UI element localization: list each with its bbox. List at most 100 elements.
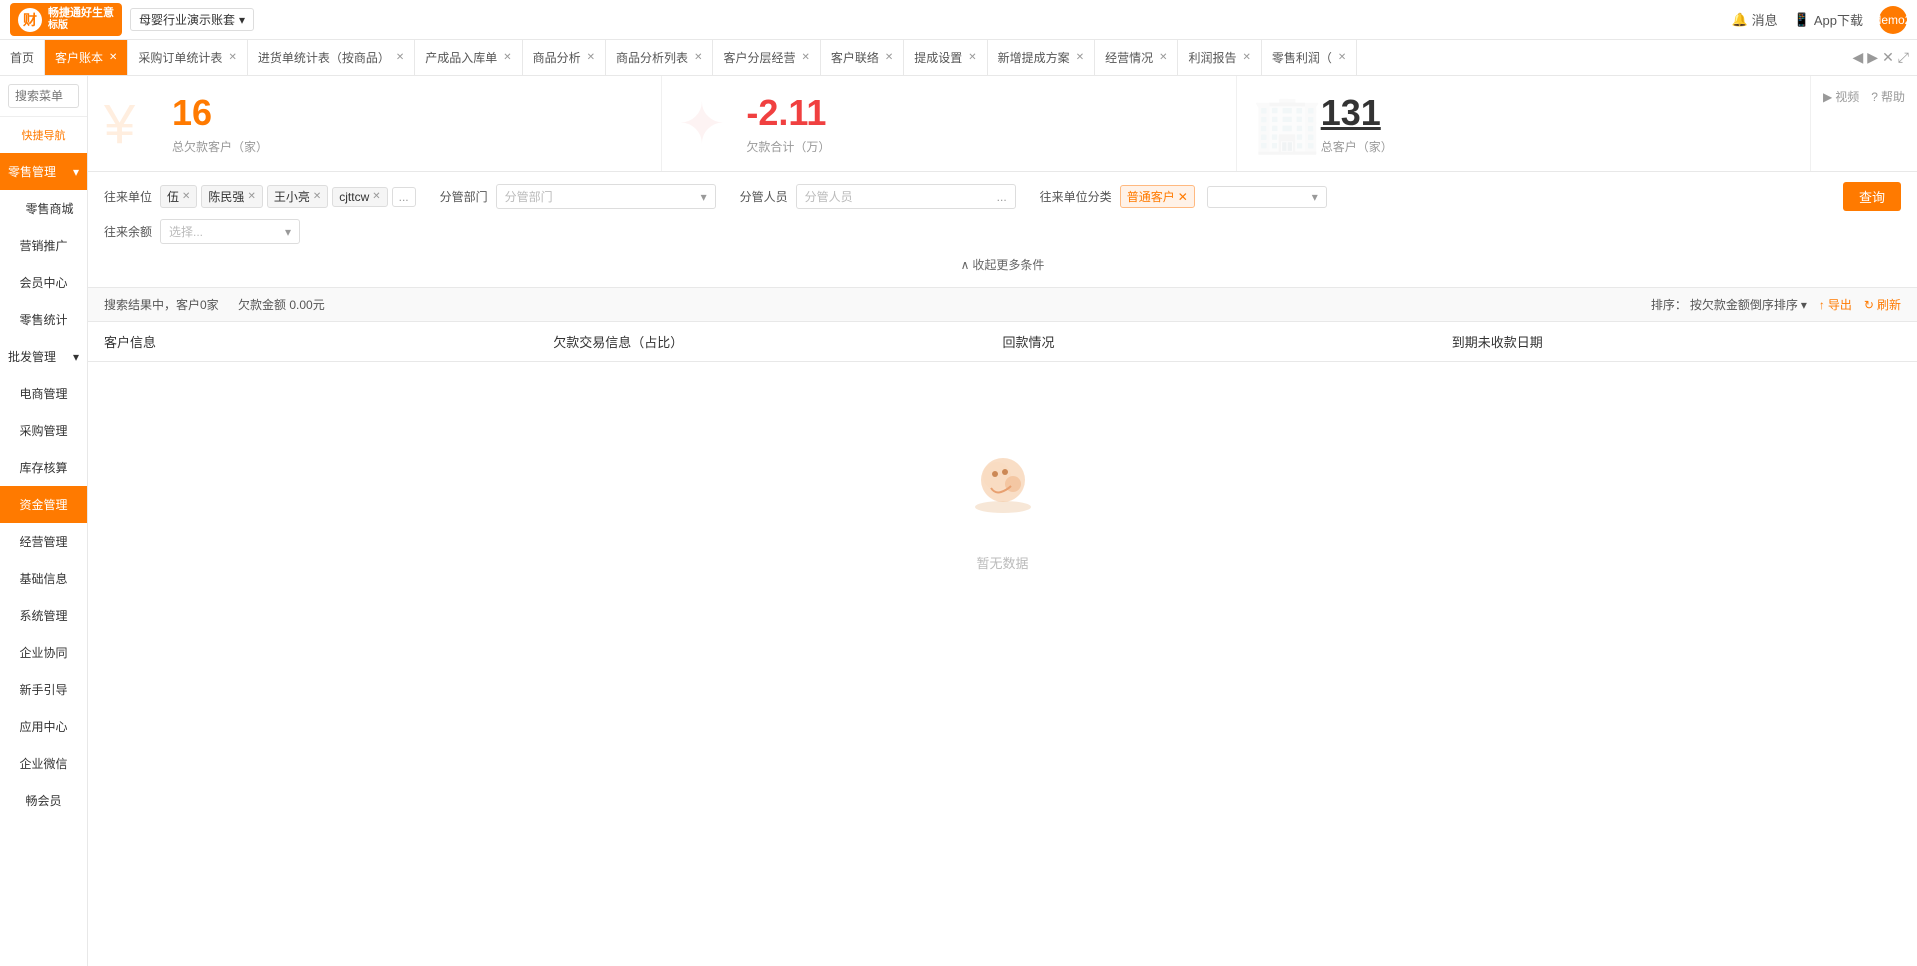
filter-row-1: 往来单位 伍 ✕ 陈民强 ✕ 王小亮 ✕ cjttcw [104, 182, 1901, 211]
sidebar-item-operations[interactable]: 经营管理 [0, 523, 87, 560]
close-tab-reminder[interactable]: ✕ [968, 52, 976, 63]
remove-tag-cjttcw[interactable]: ✕ [372, 191, 380, 202]
result-info: 搜索结果中，客户0家 欠款金额 0.00元 [104, 296, 325, 313]
unit-cat-arrow-icon: ▾ [1312, 190, 1318, 204]
unit-category-select[interactable]: ▾ [1207, 186, 1327, 208]
close-tab-production[interactable]: ✕ [503, 52, 511, 63]
remove-tag-wu[interactable]: ✕ [182, 191, 190, 202]
tab-purchase-order-stats[interactable]: 采购订单统计表 ✕ [128, 40, 247, 76]
remove-tag-wang[interactable]: ✕ [313, 191, 321, 202]
batch-arrow-icon: ▾ [73, 350, 79, 364]
empty-text: 暂无数据 [976, 553, 1028, 572]
col-debt-info: 欠款交易信息（占比） [553, 332, 1002, 351]
search-input[interactable] [8, 84, 79, 108]
tab-close-all-icon[interactable]: ✕ [1882, 49, 1894, 66]
close-tab-new-method[interactable]: ✕ [1076, 52, 1084, 63]
tab-home[interactable]: 首页 [0, 40, 45, 76]
unit-category-label: 往来单位分类 [1040, 188, 1112, 205]
workspace-selector[interactable]: 母婴行业演示账套 ▾ [130, 8, 254, 31]
sidebar-item-base-info[interactable]: 基础信息 [0, 560, 87, 597]
sidebar-item-retail-stats[interactable]: 零售统计 [0, 301, 87, 338]
dept-arrow-icon: ▾ [701, 190, 707, 204]
topbar-right: 🔔 消息 📱 App下载 demo2 [1731, 6, 1907, 34]
person-select[interactable]: 分管人员 ... [796, 184, 1016, 209]
tab-customer-tier[interactable]: 客户分层经营 ✕ [713, 40, 820, 76]
sidebar-item-batch[interactable]: 批发管理 ▾ [0, 338, 87, 375]
sidebar-item-new-guide[interactable]: 新手引导 [0, 671, 87, 708]
chevron-down-icon: ▾ [239, 13, 245, 27]
collapse-btn[interactable]: ∧ 收起更多条件 [961, 256, 1045, 273]
sidebar-item-inventory[interactable]: 库存核算 [0, 449, 87, 486]
sidebar-item-app-center[interactable]: 应用中心 [0, 708, 87, 745]
dept-select[interactable]: 分管部门 ▾ [496, 184, 716, 209]
tab-product-analysis-list[interactable]: 商品分析列表 ✕ [606, 40, 713, 76]
close-tab-profit[interactable]: ✕ [1243, 52, 1251, 63]
close-tab-customer-tier[interactable]: ✕ [801, 52, 809, 63]
person-label: 分管人员 [740, 188, 788, 205]
sidebar-item-member[interactable]: 会员中心 [0, 264, 87, 301]
sidebar-item-marketing[interactable]: 营销推广 [0, 227, 87, 264]
app-download-btn[interactable]: 📱 App下载 [1794, 10, 1863, 29]
remaining-select[interactable]: 选择... ▾ [160, 219, 300, 244]
chevron-icon: ▾ [73, 165, 79, 179]
logo-sub: 标版 [48, 20, 114, 32]
close-tab-product-analysis[interactable]: ✕ [587, 52, 595, 63]
tab-expand-icon[interactable]: ⤢ [1898, 49, 1909, 66]
sidebar-item-retail-mall[interactable]: 零售商城 [0, 190, 87, 227]
tab-reminder-settings[interactable]: 提成设置 ✕ [904, 40, 987, 76]
messages-btn[interactable]: 🔔 消息 [1731, 10, 1777, 29]
user-avatar-area[interactable]: demo2 [1879, 6, 1907, 34]
query-button[interactable]: 查询 [1843, 182, 1901, 211]
sidebar-item-finance[interactable]: 资金管理 [0, 486, 87, 523]
close-tab-retail-profit[interactable]: ✕ [1338, 52, 1346, 63]
close-tab-customer-contact[interactable]: ✕ [885, 52, 893, 63]
tab-production-in[interactable]: 产成品入库单 ✕ [415, 40, 522, 76]
refresh-btn[interactable]: ↻ 刷新 [1864, 296, 1901, 313]
sidebar-item-system[interactable]: 系统管理 [0, 597, 87, 634]
tab-next-icon[interactable]: ▶ [1867, 49, 1878, 66]
unit-tags: 伍 ✕ 陈民强 ✕ 王小亮 ✕ cjttcw ✕ ... [160, 185, 416, 208]
sidebar-item-purchase[interactable]: 采购管理 [0, 412, 87, 449]
tab-new-method[interactable]: 新增提成方案 ✕ [988, 40, 1095, 76]
export-btn[interactable]: ↑ 导出 [1819, 296, 1852, 313]
sidebar-item-enterprise-wechat[interactable]: 企业微信 [0, 745, 87, 782]
unit-tag-wang: 王小亮 ✕ [267, 185, 328, 208]
tab-product-analysis[interactable]: 商品分析 ✕ [523, 40, 606, 76]
dept-label: 分管部门 [440, 188, 488, 205]
stat-block-debtors: ¥ 16 总欠款客户（家） [88, 76, 662, 171]
close-tab-purchase[interactable]: ✕ [228, 52, 236, 63]
tab-customer-account[interactable]: 客户账本 ✕ [45, 40, 128, 76]
sort-arrow-icon: ▾ [1801, 298, 1807, 312]
empty-state: 暂无数据 [88, 362, 1917, 652]
video-btn[interactable]: ▶ 视频 [1823, 88, 1859, 105]
tab-retail-profit[interactable]: 零售利润（ ✕ [1262, 40, 1357, 76]
close-tab-biz[interactable]: ✕ [1159, 52, 1167, 63]
remaining-label: 往来余额 [104, 223, 152, 240]
tab-profit-report[interactable]: 利润报告 ✕ [1178, 40, 1261, 76]
filter-row-2: 往来余额 选择... ▾ [104, 219, 1901, 244]
sidebar-item-retail[interactable]: 零售管理 ▾ [0, 153, 87, 190]
sort-select[interactable]: 排序： 按欠款金额倒序排序 ▾ [1651, 296, 1807, 313]
tab-stock-in-stats[interactable]: 进货单统计表（按商品） ✕ [248, 40, 415, 76]
unit-tag-wu: 伍 ✕ [160, 185, 197, 208]
remove-cat-tag[interactable]: ✕ [1178, 190, 1188, 204]
col-customer-info: 客户信息 [104, 332, 553, 351]
close-tab-product-analysis-list[interactable]: ✕ [694, 52, 702, 63]
sidebar-item-enterprise-coop[interactable]: 企业协同 [0, 634, 87, 671]
remove-tag-chen[interactable]: ✕ [247, 191, 255, 202]
filter-bar: 往来单位 伍 ✕ 陈民强 ✕ 王小亮 ✕ cjttcw [88, 172, 1917, 288]
close-tab-stock-in[interactable]: ✕ [396, 52, 404, 63]
help-btn[interactable]: ? 帮助 [1871, 88, 1905, 105]
sidebar-item-quick-nav[interactable]: 快捷导航 [0, 117, 87, 153]
logo-text: 畅捷通好生意 [48, 7, 114, 20]
sidebar-item-vip[interactable]: 畅会员 [0, 782, 87, 819]
tab-prev-icon[interactable]: ◀ [1853, 49, 1864, 66]
video-help-area: ▶ 视频 ? 帮助 [1811, 76, 1917, 171]
close-tab-customer-account[interactable]: ✕ [109, 52, 117, 63]
sidebar-search-area [0, 76, 87, 117]
unit-tags-more[interactable]: ... [392, 187, 416, 207]
tab-biz-overview[interactable]: 经营情况 ✕ [1095, 40, 1178, 76]
table-area: 客户信息 欠款交易信息（占比） 回款情况 到期未收款日期 [88, 322, 1917, 966]
tab-customer-contact[interactable]: 客户联络 ✕ [821, 40, 904, 76]
sidebar-item-ecommerce[interactable]: 电商管理 [0, 375, 87, 412]
